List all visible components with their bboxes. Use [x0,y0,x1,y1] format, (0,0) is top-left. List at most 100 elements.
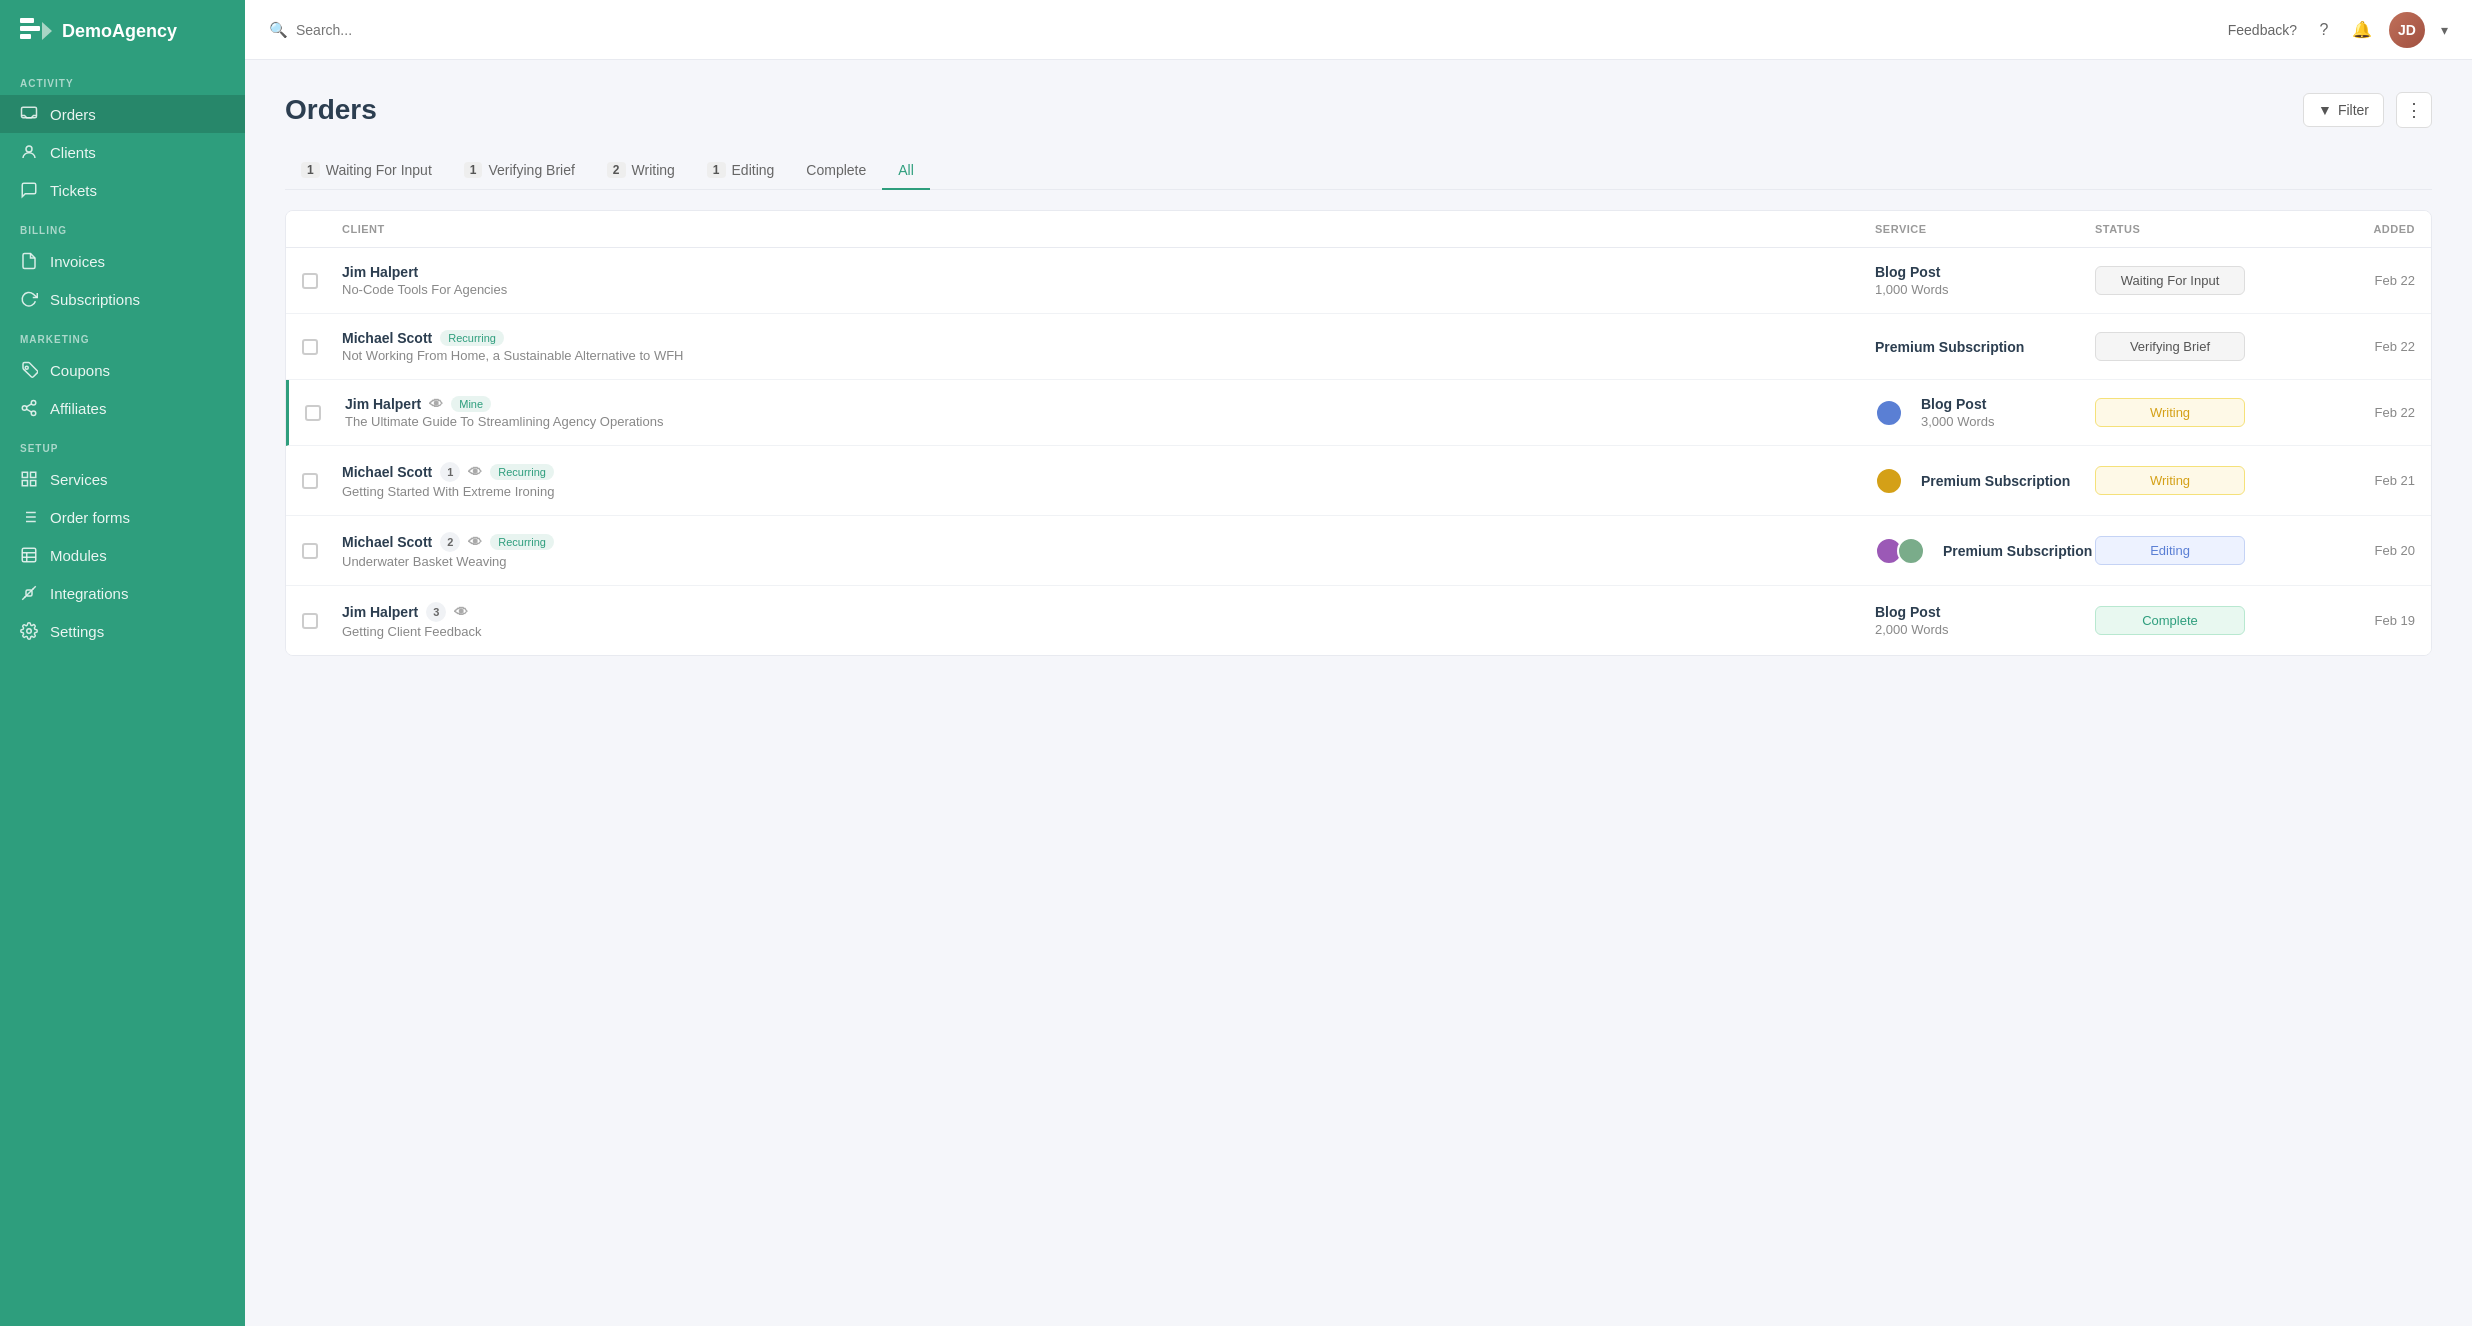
service-name: Blog Post [1875,264,1948,280]
added-cell: Feb 22 [2295,405,2415,420]
header-status: STATUS [2095,223,2295,235]
added-cell: Feb 21 [2295,473,2415,488]
service-cell: Blog Post 3,000 Words [1875,396,2095,429]
client-name: Jim Halpert [342,264,1875,280]
sidebar-label-subscriptions: Subscriptions [50,291,140,308]
added-cell: Feb 19 [2295,613,2415,628]
sidebar-item-subscriptions[interactable]: Subscriptions [0,280,245,318]
filter-icon: ▼ [2318,102,2332,118]
svg-point-7 [31,401,36,406]
refresh-icon [20,290,38,308]
table-row[interactable]: Michael Scott Recurring Not Working From… [286,314,2431,380]
badge-mine: Mine [451,396,491,412]
tab-badge-writing: 2 [607,162,626,178]
avatars-group [1875,399,1903,427]
row-checkbox[interactable] [302,273,318,289]
file-icon [20,252,38,270]
person-icon [20,143,38,161]
sidebar-item-services[interactable]: Services [0,460,245,498]
client-cell: Michael Scott 1👁Recurring Getting Starte… [342,462,1875,499]
row-checkbox[interactable] [302,543,318,559]
row-checkbox-cell [302,339,342,355]
svg-point-27 [27,629,32,634]
sidebar-label-invoices: Invoices [50,253,105,270]
tab-badge-verifying: 1 [464,162,483,178]
sidebar-item-tickets[interactable]: Tickets [0,171,245,209]
row-checkbox[interactable] [302,473,318,489]
eye-icon: 👁 [468,534,482,550]
chat-icon [20,181,38,199]
avatars-group [1875,467,1903,495]
tab-complete[interactable]: Complete [790,152,882,190]
sidebar-item-invoices[interactable]: Invoices [0,242,245,280]
client-subtitle: Getting Client Feedback [342,624,1875,639]
avatar-dropdown-arrow[interactable]: ▾ [2441,22,2448,38]
tag-icon [20,361,38,379]
sidebar-label-tickets: Tickets [50,182,97,199]
feedback-button[interactable]: Feedback? [2228,22,2297,38]
filter-button[interactable]: ▼ Filter [2303,93,2384,127]
help-icon[interactable]: ? [2313,19,2335,41]
sidebar-item-order-forms[interactable]: Order forms [0,498,245,536]
service-detail: 1,000 Words [1875,282,1948,297]
sidebar-item-orders[interactable]: Orders [0,95,245,133]
added-cell: Feb 22 [2295,339,2415,354]
status-badge: Writing [2095,466,2245,495]
tab-label-waiting: Waiting For Input [326,162,432,178]
row-checkbox-cell [302,613,342,629]
more-options-button[interactable]: ⋮ [2396,92,2432,128]
search-input[interactable] [296,22,669,38]
tab-all[interactable]: All [882,152,930,190]
row-checkbox[interactable] [302,613,318,629]
table-row[interactable]: Michael Scott 1👁Recurring Getting Starte… [286,446,2431,516]
status-badge: Writing [2095,398,2245,427]
list-icon [20,508,38,526]
svg-point-9 [31,411,36,416]
svg-rect-14 [22,481,27,486]
table-row[interactable]: Jim Halpert 3👁 Getting Client Feedback B… [286,586,2431,655]
sidebar-item-coupons[interactable]: Coupons [0,351,245,389]
tab-verifying[interactable]: 1Verifying Brief [448,152,591,190]
sidebar-item-integrations[interactable]: Integrations [0,574,245,612]
header-checkbox [302,223,342,235]
sidebar-label-affiliates: Affiliates [50,400,106,417]
table-row[interactable]: Jim Halpert 👁Mine The Ultimate Guide To … [286,380,2431,446]
filter-label: Filter [2338,102,2369,118]
sidebar-section-marketing: MARKETING [0,318,245,351]
client-subtitle: Not Working From Home, a Sustainable Alt… [342,348,1875,363]
notification-icon[interactable]: 🔔 [2351,19,2373,41]
tab-editing[interactable]: 1Editing [691,152,791,190]
client-subtitle: The Ultimate Guide To Streamlining Agenc… [345,414,1875,429]
badge-number: 3 [426,602,446,622]
table-body: Jim Halpert No-Code Tools For Agencies B… [286,248,2431,655]
sidebar-item-clients[interactable]: Clients [0,133,245,171]
tab-waiting[interactable]: 1Waiting For Input [285,152,448,190]
table-row[interactable]: Michael Scott 2👁Recurring Underwater Bas… [286,516,2431,586]
table-row[interactable]: Jim Halpert No-Code Tools For Agencies B… [286,248,2431,314]
user-avatar[interactable]: JD [2389,12,2425,48]
svg-line-11 [26,404,31,407]
client-cell: Jim Halpert No-Code Tools For Agencies [342,264,1875,297]
status-cell: Writing [2095,398,2295,427]
avatar [1897,537,1925,565]
row-checkbox[interactable] [302,339,318,355]
sidebar-item-affiliates[interactable]: Affiliates [0,389,245,427]
page-actions: ▼ Filter ⋮ [2303,92,2432,128]
svg-rect-13 [31,472,36,477]
tab-writing[interactable]: 2Writing [591,152,691,190]
client-name: Michael Scott 2👁Recurring [342,532,1875,552]
svg-rect-12 [22,472,27,477]
logo-icon [20,18,52,44]
sidebar-item-modules[interactable]: Modules [0,536,245,574]
tabs-bar: 1Waiting For Input1Verifying Brief2Writi… [285,152,2432,190]
sidebar-section-billing: BILLING [0,209,245,242]
plug-icon [20,584,38,602]
added-cell: Feb 20 [2295,543,2415,558]
status-badge: Complete [2095,606,2245,635]
share-icon [20,399,38,417]
row-checkbox-cell [302,543,342,559]
client-cell: Michael Scott 2👁Recurring Underwater Bas… [342,532,1875,569]
sidebar-item-settings[interactable]: Settings [0,612,245,650]
row-checkbox[interactable] [305,405,321,421]
topbar-right: Feedback? ? 🔔 JD ▾ [2228,12,2448,48]
